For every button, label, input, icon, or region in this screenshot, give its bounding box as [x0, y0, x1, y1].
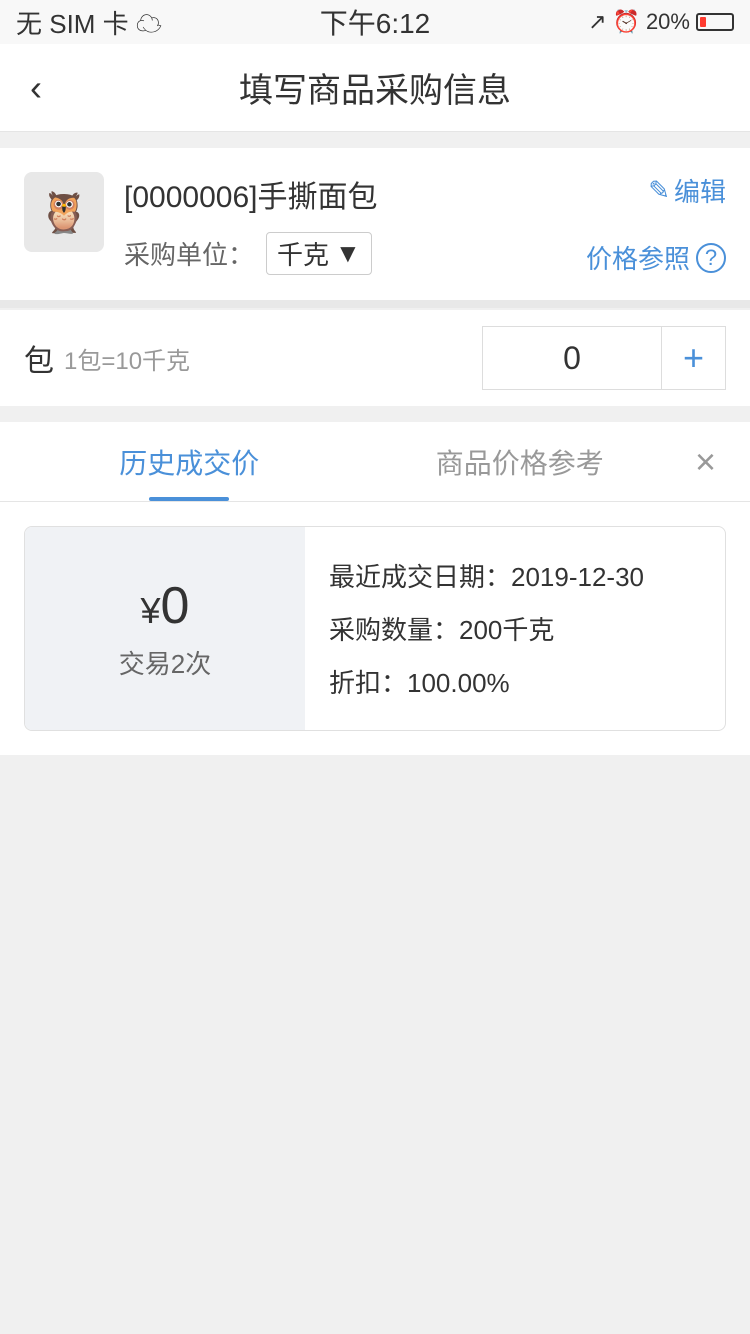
recent-date-label: 最近成交日期： — [329, 562, 511, 592]
battery-icon — [696, 13, 734, 31]
price-ref-link[interactable]: 价格参照 ? — [586, 239, 726, 276]
tab-bar: 历史成交价 商品价格参考 × — [0, 422, 750, 502]
recent-date-row: 最近成交日期：2019-12-30 — [329, 557, 701, 594]
dropdown-icon: ▼ — [335, 238, 361, 269]
product-owl-icon: 🦉 — [39, 189, 89, 236]
quantity-input[interactable] — [482, 326, 662, 390]
status-time: 下午6:12 — [320, 2, 431, 42]
status-right: ↗ ⏰ 20% — [588, 9, 734, 35]
sim-text: 无 SIM 卡 ☁ — [16, 4, 162, 41]
edit-icon: ✎ — [648, 175, 670, 206]
history-price-content: ¥0 交易2次 最近成交日期：2019-12-30 采购数量：200千克 折扣：… — [0, 502, 750, 755]
quantity-section: 包 1包=10千克 + — [0, 310, 750, 406]
unit-desc: 1包=10千克 — [64, 341, 190, 376]
divider — [0, 300, 750, 308]
discount-label: 折扣： — [329, 668, 407, 698]
purchase-unit-row: 采购单位： 千克 ▼ — [124, 232, 377, 275]
recent-date-value: 2019-12-30 — [511, 562, 644, 592]
status-bar: 无 SIM 卡 ☁ 下午6:12 ↗ ⏰ 20% — [0, 0, 750, 44]
unit-value: 千克 — [277, 235, 329, 272]
unit-badge: 包 — [24, 336, 54, 380]
location-icon: ↗ — [588, 9, 606, 35]
discount-value: 100.00% — [407, 668, 510, 698]
purchase-qty-label: 采购数量： — [329, 615, 459, 645]
price-card-left: ¥0 交易2次 — [25, 527, 305, 730]
unit-selector[interactable]: 千克 ▼ — [266, 232, 372, 275]
quantity-plus-button[interactable]: + — [662, 326, 726, 390]
tab-close-button[interactable]: × — [685, 441, 726, 483]
price-card-right: 最近成交日期：2019-12-30 采购数量：200千克 折扣：100.00% — [305, 527, 725, 730]
currency-symbol: ¥ — [141, 590, 161, 631]
status-left: 无 SIM 卡 ☁ — [16, 4, 162, 41]
tab-section: 历史成交价 商品价格参考 × ¥0 交易2次 最近成交日期：2019-12-30… — [0, 422, 750, 755]
back-button[interactable]: ‹ — [20, 57, 52, 119]
trade-count: 交易2次 — [119, 644, 211, 681]
purchase-qty-row: 采购数量：200千克 — [329, 610, 701, 647]
price-amount: ¥0 — [141, 576, 190, 636]
edit-button[interactable]: ✎ 编辑 — [648, 172, 726, 209]
edit-label: 编辑 — [674, 172, 726, 209]
product-info: [0000006]手撕面包 采购单位： 千克 ▼ — [124, 172, 377, 275]
nav-bar: ‹ 填写商品采购信息 — [0, 44, 750, 132]
product-card: 🦉 [0000006]手撕面包 采购单位： 千克 ▼ ✎ 编辑 价格参照 — [0, 148, 750, 300]
tab-history-price[interactable]: 历史成交价 — [24, 422, 354, 501]
product-thumbnail: 🦉 — [24, 172, 104, 252]
price-ref-label: 价格参照 — [586, 239, 690, 276]
tab-product-price-ref[interactable]: 商品价格参考 — [354, 422, 684, 501]
help-icon: ? — [696, 243, 726, 273]
purchase-qty-value: 200千克 — [459, 615, 554, 645]
battery-percent: 20% — [646, 9, 690, 35]
product-name: [0000006]手撕面包 — [124, 172, 377, 216]
page-title: 填写商品采购信息 — [239, 63, 511, 112]
discount-row: 折扣：100.00% — [329, 663, 701, 700]
price-card: ¥0 交易2次 最近成交日期：2019-12-30 采购数量：200千克 折扣：… — [24, 526, 726, 731]
price-value: 0 — [161, 577, 190, 635]
unit-label: 采购单位： — [124, 235, 254, 272]
alarm-icon: ⏰ — [613, 9, 640, 35]
